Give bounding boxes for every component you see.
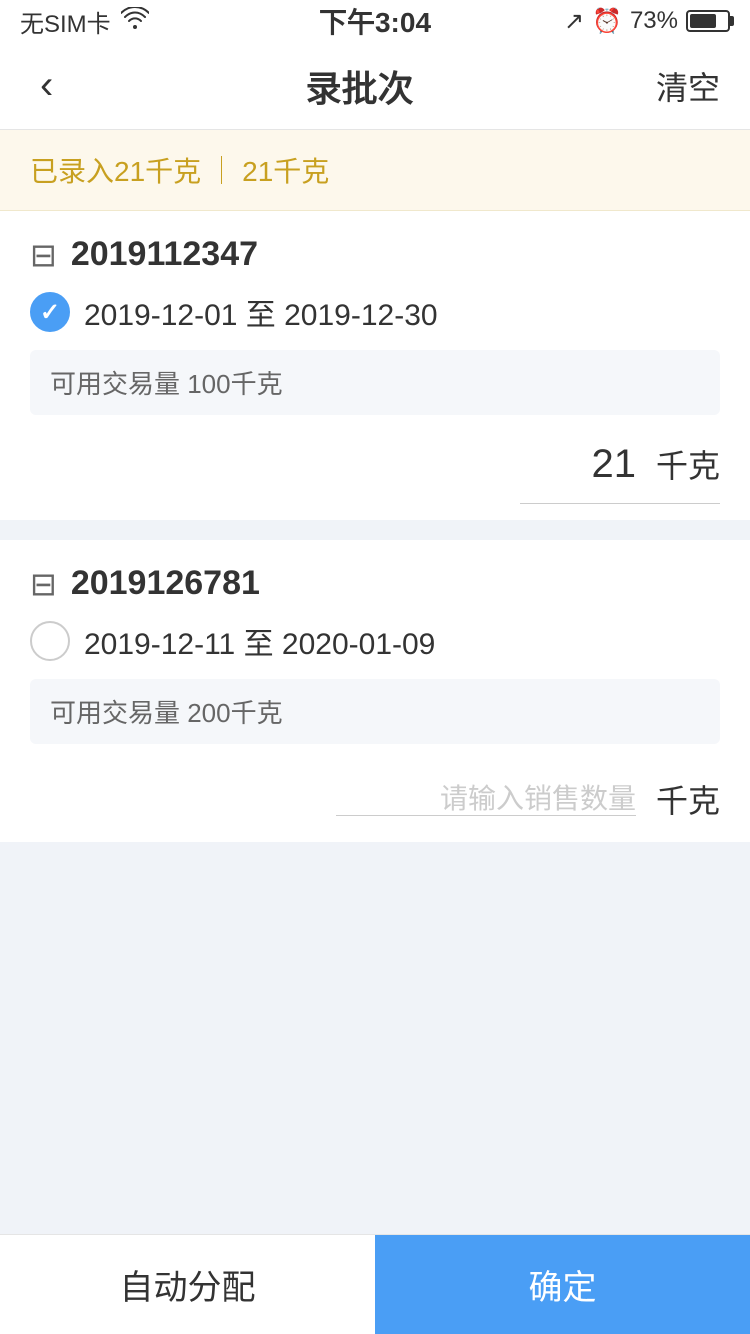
summary-divider	[221, 156, 222, 184]
carrier-label: 无SIM卡	[20, 4, 111, 39]
content-area	[0, 842, 750, 1262]
page-title: 录批次	[306, 60, 414, 112]
battery-percent: 73%	[630, 7, 678, 35]
batch-1-quantity-row: 21 千克	[0, 431, 750, 503]
summary-bar: 已录入21千克 21千克	[0, 130, 750, 211]
status-bar-right: ↗ ⏰ 73%	[564, 7, 730, 36]
section-gap-1	[0, 520, 750, 540]
batch-2-available: 可用交易量 200千克	[30, 679, 720, 744]
batch-2-date: 2019-12-11 至 2020-01-09	[84, 619, 435, 663]
batch-item-1: ⊟ 2019112347 2019-12-01 至 2019-12-30 可用交…	[0, 211, 750, 520]
auto-distribute-button[interactable]: 自动分配	[0, 1235, 375, 1334]
batch-2-quantity-input[interactable]	[416, 783, 636, 815]
status-bar-time: 下午3:04	[319, 1, 431, 41]
summary-value: 21千克	[242, 150, 329, 190]
batch-1-underline	[0, 503, 750, 520]
batch-2-date-row[interactable]: 2019-12-11 至 2020-01-09	[0, 611, 750, 671]
batch-1-date: 2019-12-01 至 2019-12-30	[84, 290, 438, 334]
location-icon: ↗	[564, 7, 584, 36]
batch-1-date-row[interactable]: 2019-12-01 至 2019-12-30	[0, 282, 750, 342]
alarm-icon: ⏰	[592, 7, 622, 36]
bottom-bar: 自动分配 确定	[0, 1234, 750, 1334]
batch-1-quantity-value: 21	[591, 442, 636, 487]
batch-item-2: ⊟ 2019126781 2019-12-11 至 2020-01-09 可用交…	[0, 540, 750, 842]
batch-1-id: 2019112347	[71, 235, 258, 274]
batch-2-header: ⊟ 2019126781	[0, 540, 750, 611]
batch-1-available: 可用交易量 100千克	[30, 350, 720, 415]
batch-1-header: ⊟ 2019112347	[0, 211, 750, 282]
back-button[interactable]: ‹	[30, 53, 63, 118]
batch-2-quantity-row: 千克	[0, 760, 750, 842]
status-bar: 无SIM卡 下午3:04 ↗ ⏰ 73%	[0, 0, 750, 42]
batch-2-unit: 千克	[656, 776, 720, 822]
batch-1-quantity-unit: 千克	[656, 441, 720, 487]
nav-bar: ‹ 录批次 清空	[0, 42, 750, 130]
clear-button[interactable]: 清空	[656, 63, 720, 109]
battery-icon	[686, 10, 730, 32]
batch-2-radio[interactable]	[30, 621, 70, 661]
batch-2-icon: ⊟	[30, 565, 57, 603]
batch-1-icon: ⊟	[30, 236, 57, 274]
confirm-button[interactable]: 确定	[375, 1235, 750, 1334]
wifi-icon	[121, 7, 149, 36]
summary-label: 已录入21千克	[30, 150, 201, 190]
batch-1-radio[interactable]	[30, 292, 70, 332]
status-bar-left: 无SIM卡	[20, 4, 149, 39]
batch-2-id: 2019126781	[71, 564, 260, 603]
